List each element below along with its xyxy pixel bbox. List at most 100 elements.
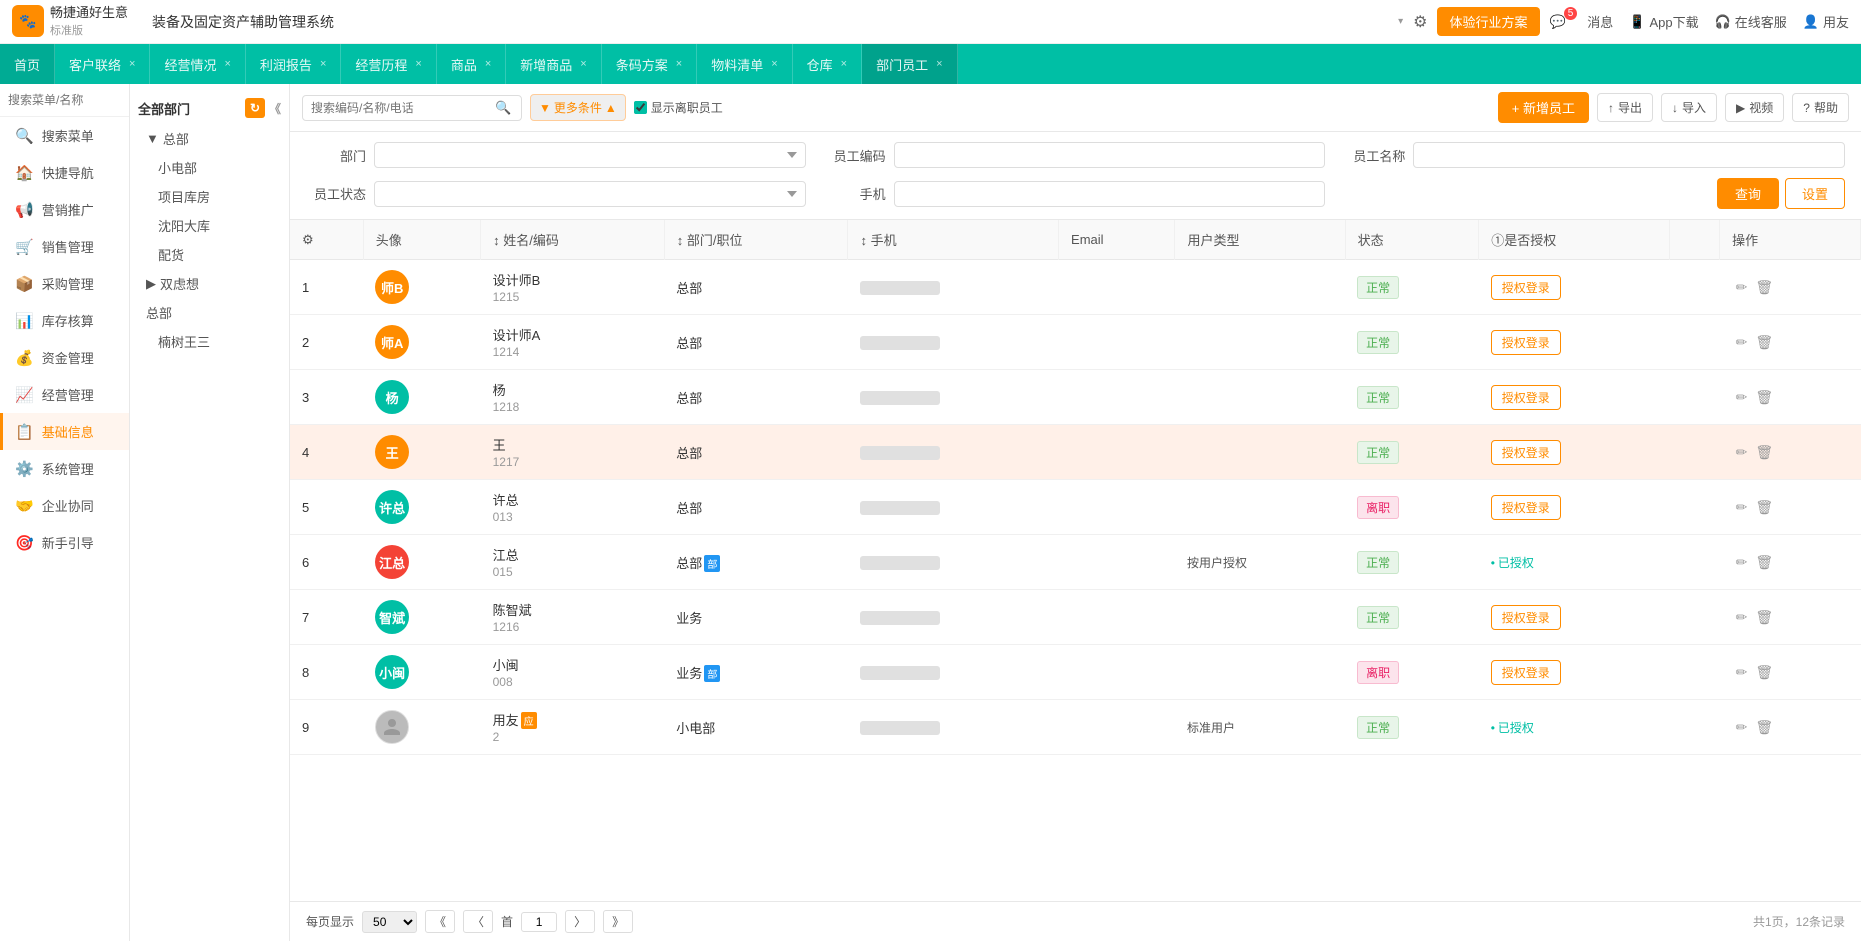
sidebar-item-basic[interactable]: 📋 基础信息: [0, 413, 129, 450]
edit-btn-4[interactable]: ✏: [1732, 497, 1752, 518]
add-employee-btn[interactable]: + 新增员工: [1498, 92, 1589, 123]
dept-item-hq2[interactable]: 总部: [130, 298, 289, 327]
import-btn[interactable]: ↓ 导入: [1661, 93, 1717, 122]
tab-dept-emp-close[interactable]: ×: [936, 58, 942, 70]
user-avatar-btn[interactable]: 👤 用友: [1803, 12, 1849, 31]
delete-btn-5[interactable]: 🗑: [1751, 552, 1777, 573]
gear-button[interactable]: ⚙: [1413, 12, 1427, 32]
dept-collapse-btn[interactable]: 《: [269, 100, 281, 117]
tab-profit-close[interactable]: ×: [320, 58, 326, 70]
tab-add-goods-close[interactable]: ×: [580, 58, 586, 70]
dept-item-nan[interactable]: 楠树王三: [130, 327, 289, 356]
delete-btn-7[interactable]: 🗑: [1751, 662, 1777, 683]
filter-status-select[interactable]: [374, 181, 806, 207]
tab-warehouse[interactable]: 仓库 ×: [793, 44, 862, 84]
query-btn[interactable]: 查询: [1717, 178, 1779, 209]
last-page-btn[interactable]: 》: [603, 910, 633, 933]
tab-barcode[interactable]: 条码方案 ×: [602, 44, 697, 84]
tab-operation-close[interactable]: ×: [224, 58, 230, 70]
sidebar-item-sales[interactable]: 🛒 销售管理: [0, 228, 129, 265]
sidebar-item-search[interactable]: 🔍 搜索菜单: [0, 117, 129, 154]
edit-btn-6[interactable]: ✏: [1732, 607, 1752, 628]
col-dept-pos[interactable]: ↕ 部门/职位: [664, 220, 848, 260]
auth-btn-7[interactable]: 授权登录: [1491, 660, 1561, 685]
sidebar-item-purchase[interactable]: 📦 采购管理: [0, 265, 129, 302]
online-service-btn[interactable]: 🎧 在线客服: [1715, 12, 1787, 31]
delete-btn-0[interactable]: 🗑: [1751, 277, 1777, 298]
tab-history[interactable]: 经营历程 ×: [341, 44, 436, 84]
tab-bom[interactable]: 物料清单 ×: [697, 44, 792, 84]
delete-btn-2[interactable]: 🗑: [1751, 387, 1777, 408]
next-page-btn[interactable]: 〉: [565, 910, 595, 933]
dept-item-small-elec[interactable]: 小电部: [130, 153, 289, 182]
show-resigned-checkbox[interactable]: [634, 101, 647, 114]
col-phone[interactable]: ↕ 手机: [848, 220, 1059, 260]
auth-btn-2[interactable]: 授权登录: [1491, 385, 1561, 410]
message-btn[interactable]: 💬 5 消息: [1550, 12, 1614, 31]
col-name-code[interactable]: ↕ 姓名/编码: [481, 220, 665, 260]
tab-operation[interactable]: 经营情况 ×: [150, 44, 245, 84]
tab-home[interactable]: 首页: [0, 44, 55, 84]
set-btn[interactable]: 设置: [1785, 178, 1845, 209]
sidebar-item-marketing[interactable]: 📢 营销推广: [0, 191, 129, 228]
tab-dept-emp[interactable]: 部门员工 ×: [862, 44, 957, 84]
dept-item-double[interactable]: ▶ 双虑想: [130, 269, 289, 298]
experience-btn[interactable]: 体验行业方案: [1437, 7, 1539, 36]
auth-btn-3[interactable]: 授权登录: [1491, 440, 1561, 465]
tab-profit[interactable]: 利润报告 ×: [246, 44, 341, 84]
edit-btn-0[interactable]: ✏: [1732, 277, 1752, 298]
sidebar-item-inventory[interactable]: 📊 库存核算: [0, 302, 129, 339]
tab-goods-close[interactable]: ×: [485, 58, 491, 70]
prev-page-btn[interactable]: 〈: [463, 910, 493, 933]
tab-customer-close[interactable]: ×: [129, 58, 135, 70]
auth-btn-4[interactable]: 授权登录: [1491, 495, 1561, 520]
delete-btn-3[interactable]: 🗑: [1751, 442, 1777, 463]
dept-item-shenyang[interactable]: 沈阳大库: [130, 211, 289, 240]
sidebar-item-operation[interactable]: 📈 经营管理: [0, 376, 129, 413]
tab-goods[interactable]: 商品 ×: [437, 44, 506, 84]
filter-emp-name-input[interactable]: [1413, 142, 1845, 168]
delete-btn-6[interactable]: 🗑: [1751, 607, 1777, 628]
more-cond-btn[interactable]: ▼ 更多条件 ▲: [530, 94, 626, 121]
sidebar-search-input[interactable]: [8, 93, 130, 107]
page-size-select[interactable]: 50 100 200: [362, 911, 417, 933]
tab-customer[interactable]: 客户联络 ×: [55, 44, 150, 84]
sidebar-item-system[interactable]: ⚙️ 系统管理: [0, 450, 129, 487]
tab-bom-close[interactable]: ×: [771, 58, 777, 70]
tab-history-close[interactable]: ×: [415, 58, 421, 70]
edit-btn-8[interactable]: ✏: [1732, 717, 1752, 738]
filter-phone-input[interactable]: [894, 181, 1326, 207]
delete-btn-1[interactable]: 🗑: [1751, 332, 1777, 353]
auth-btn-1[interactable]: 授权登录: [1491, 330, 1561, 355]
sidebar-item-home[interactable]: 🏠 快捷导航: [0, 154, 129, 191]
search-input[interactable]: [311, 101, 491, 115]
edit-btn-5[interactable]: ✏: [1732, 552, 1752, 573]
sys-title-arrow[interactable]: ▾: [1398, 16, 1403, 27]
dept-refresh-btn[interactable]: ↻: [245, 98, 265, 118]
tab-warehouse-close[interactable]: ×: [841, 58, 847, 70]
edit-btn-2[interactable]: ✏: [1732, 387, 1752, 408]
sidebar-item-finance[interactable]: 💰 资金管理: [0, 339, 129, 376]
tab-add-goods[interactable]: 新增商品 ×: [506, 44, 601, 84]
col-settings[interactable]: ⚙: [290, 220, 363, 260]
auth-btn-6[interactable]: 授权登录: [1491, 605, 1561, 630]
view-btn[interactable]: ▶ 视频: [1725, 93, 1784, 122]
filter-emp-code-input[interactable]: [894, 142, 1326, 168]
edit-btn-1[interactable]: ✏: [1732, 332, 1752, 353]
tab-barcode-close[interactable]: ×: [676, 58, 682, 70]
export-btn[interactable]: ↑ 导出: [1597, 93, 1653, 122]
app-download-btn[interactable]: 📱 App下载: [1629, 12, 1698, 31]
edit-btn-7[interactable]: ✏: [1732, 662, 1752, 683]
filter-dept-select[interactable]: [374, 142, 806, 168]
help-btn[interactable]: ? 帮助: [1792, 93, 1849, 122]
sidebar-item-guide[interactable]: 🎯 新手引导: [0, 524, 129, 561]
sidebar-item-collab[interactable]: 🤝 企业协同: [0, 487, 129, 524]
dept-item-project[interactable]: 项目库房: [130, 182, 289, 211]
page-num-input[interactable]: [521, 912, 557, 932]
delete-btn-4[interactable]: 🗑: [1751, 497, 1777, 518]
edit-btn-3[interactable]: ✏: [1732, 442, 1752, 463]
dept-item-headquarter[interactable]: ▼ 总部: [130, 124, 289, 153]
delete-btn-8[interactable]: 🗑: [1751, 717, 1777, 738]
first-page-btn[interactable]: 《: [425, 910, 455, 933]
dept-item-delivery[interactable]: 配货: [130, 240, 289, 269]
